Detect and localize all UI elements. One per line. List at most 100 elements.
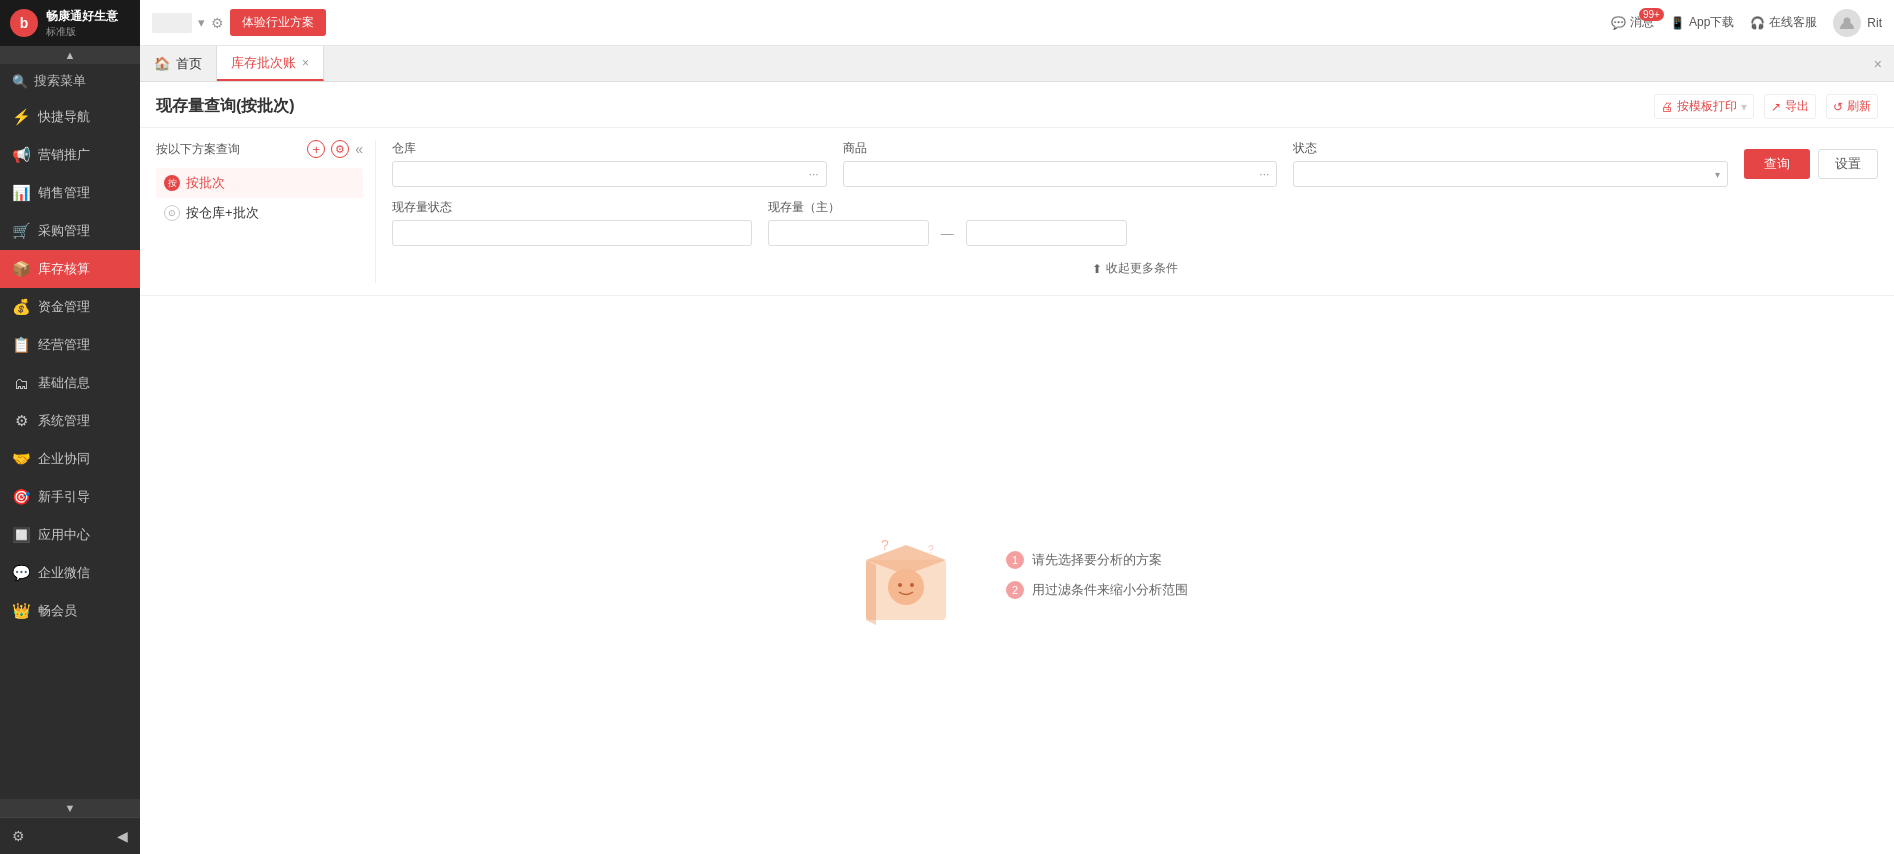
filter-field-inventory-status: 现存量状态 — [392, 199, 752, 246]
marketing-icon: 📢 — [12, 146, 30, 164]
breadcrumb — [152, 13, 192, 33]
warehouse-input[interactable] — [392, 161, 827, 187]
product-input[interactable] — [843, 161, 1278, 187]
tab-inventory-batch[interactable]: 库存批次账 × — [217, 46, 324, 81]
headset-icon: 🎧 — [1750, 16, 1765, 30]
sidebar-item-inventory[interactable]: 📦 库存核算 — [0, 250, 140, 288]
sidebar-item-quick-nav[interactable]: ⚡ 快捷导航 — [0, 98, 140, 136]
sidebar-item-label: 应用中心 — [38, 526, 90, 544]
breadcrumb-current — [152, 13, 192, 33]
footer-settings-icon[interactable]: ⚙ — [12, 828, 25, 844]
refresh-icon: ↺ — [1833, 100, 1843, 114]
empty-tips: 1 请先选择要分析的方案 2 用过滤条件来缩小分析范围 — [1006, 551, 1188, 599]
filter-row-2: 现存量状态 现存量（主） — — [392, 199, 1878, 246]
sidebar-item-basic[interactable]: 🗂 基础信息 — [0, 364, 140, 402]
scheme-actions: + ⚙ « — [307, 140, 363, 158]
svg-marker-3 — [866, 560, 876, 625]
sidebar-scroll-up[interactable]: ▲ — [0, 46, 140, 64]
query-button[interactable]: 查询 — [1744, 149, 1810, 179]
print-dropdown-icon[interactable]: ▾ — [1741, 100, 1747, 114]
status-dropdown-icon[interactable]: ▾ — [1715, 169, 1720, 180]
filter-area: 按以下方案查询 + ⚙ « 按 按批次 ⊙ 按仓库+批次 — [140, 128, 1894, 296]
tab-home[interactable]: 🏠 首页 — [140, 46, 217, 81]
status-input[interactable] — [1293, 161, 1728, 187]
scheme-item-by-batch[interactable]: 按 按批次 — [156, 168, 363, 198]
search-label: 搜索菜单 — [34, 72, 86, 90]
filter-field-warehouse: 仓库 ··· — [392, 140, 827, 187]
tab-area-close-icon[interactable]: × — [1874, 56, 1882, 72]
collapse-scheme-icon[interactable]: « — [355, 141, 363, 157]
sidebar-item-label: 销售管理 — [38, 184, 90, 202]
sidebar-footer: ⚙ ◀ — [0, 817, 140, 854]
add-scheme-icon[interactable]: + — [307, 140, 325, 158]
sidebar: b 畅康通好生意 标准版 ▲ 🔍 搜索菜单 ⚡ 快捷导航 📢 营销推广 📊 销售… — [0, 0, 140, 854]
trial-button[interactable]: 体验行业方案 — [230, 9, 326, 36]
sidebar-item-operation[interactable]: 📋 经营管理 — [0, 326, 140, 364]
enterprise-icon: 🤝 — [12, 450, 30, 468]
topbar-left: ▾ ⚙ 体验行业方案 — [152, 9, 1601, 36]
sidebar-item-enterprise[interactable]: 🤝 企业协同 — [0, 440, 140, 478]
collapse-more-button[interactable]: ⬆ 收起更多条件 — [392, 254, 1878, 283]
sidebar-item-sales[interactable]: 📊 销售管理 — [0, 174, 140, 212]
inventory-status-select[interactable] — [392, 220, 752, 246]
tab-close-icon[interactable]: × — [302, 56, 309, 70]
refresh-button[interactable]: ↺ 刷新 — [1826, 94, 1878, 119]
sidebar-item-purchase[interactable]: 🛒 采购管理 — [0, 212, 140, 250]
members-icon: 👑 — [12, 602, 30, 620]
finance-icon: 💰 — [12, 298, 30, 316]
sidebar-item-members[interactable]: 👑 畅会员 — [0, 592, 140, 630]
topbar-dropdown-icon[interactable]: ▾ — [198, 15, 205, 30]
quick-nav-icon: ⚡ — [12, 108, 30, 126]
basic-icon: 🗂 — [12, 374, 30, 392]
chevron-up-icon: ⬆ — [1092, 262, 1102, 276]
refresh-label: 刷新 — [1847, 98, 1871, 115]
scheme-item-by-warehouse-batch[interactable]: ⊙ 按仓库+批次 — [156, 198, 363, 228]
sidebar-scroll: 🔍 搜索菜单 ⚡ 快捷导航 📢 营销推广 📊 销售管理 🛒 采购管理 📦 库存核… — [0, 64, 140, 799]
app-download-label: App下载 — [1689, 14, 1734, 31]
user-menu[interactable]: Rit — [1833, 9, 1882, 37]
app-download-button[interactable]: 📱 App下载 — [1670, 14, 1734, 31]
messages-button[interactable]: 💬 消息 99+ — [1611, 14, 1654, 31]
filter-scheme-header: 按以下方案查询 + ⚙ « — [156, 140, 363, 158]
status-label: 状态 — [1293, 140, 1728, 157]
sidebar-item-label: 系统管理 — [38, 412, 90, 430]
empty-tip-2: 2 用过滤条件来缩小分析范围 — [1006, 581, 1188, 599]
product-more-icon[interactable]: ··· — [1259, 167, 1269, 181]
edition-label: 标准版 — [46, 25, 118, 39]
footer-collapse-icon[interactable]: ◀ — [117, 828, 128, 844]
manage-scheme-icon[interactable]: ⚙ — [331, 140, 349, 158]
inventory-status-input-wrap — [392, 220, 752, 246]
search-icon: 🔍 — [12, 74, 28, 89]
sidebar-scroll-down[interactable]: ▼ — [0, 799, 140, 817]
wechat-icon: 💬 — [12, 564, 30, 582]
avatar — [1833, 9, 1861, 37]
sidebar-item-wechat[interactable]: 💬 企业微信 — [0, 554, 140, 592]
company-name: 畅康通好生意 — [46, 8, 118, 25]
sidebar-item-marketing[interactable]: 📢 营销推广 — [0, 136, 140, 174]
sidebar-item-system[interactable]: ⚙ 系统管理 — [0, 402, 140, 440]
topbar-gear-icon[interactable]: ⚙ — [211, 15, 224, 31]
service-button[interactable]: 🎧 在线客服 — [1750, 14, 1817, 31]
product-label: 商品 — [843, 140, 1278, 157]
status-input-wrap: ▾ — [1293, 161, 1728, 187]
tab-inventory-batch-label: 库存批次账 — [231, 54, 296, 72]
filter-field-inventory-qty: 现存量（主） — — [768, 199, 1128, 246]
sidebar-item-app-center[interactable]: 🔲 应用中心 — [0, 516, 140, 554]
settings-button[interactable]: 设置 — [1818, 149, 1878, 179]
export-button[interactable]: ↗ 导出 — [1764, 94, 1816, 119]
warehouse-input-wrap: ··· — [392, 161, 827, 187]
export-icon: ↗ — [1771, 100, 1781, 114]
page-content: 现存量查询(按批次) 🖨 按模板打印 ▾ ↗ 导出 ↺ 刷新 — [140, 82, 1894, 854]
print-button[interactable]: 🖨 按模板打印 ▾ — [1654, 94, 1754, 119]
sidebar-item-guide[interactable]: 🎯 新手引导 — [0, 478, 140, 516]
page-actions: 🖨 按模板打印 ▾ ↗ 导出 ↺ 刷新 — [1654, 94, 1878, 119]
warehouse-more-icon[interactable]: ··· — [809, 167, 819, 181]
sidebar-item-finance[interactable]: 💰 资金管理 — [0, 288, 140, 326]
sidebar-search[interactable]: 🔍 搜索菜单 — [0, 64, 140, 98]
inventory-qty-label: 现存量（主） — [768, 199, 1128, 216]
operation-icon: 📋 — [12, 336, 30, 354]
svg-point-4 — [888, 569, 924, 605]
inventory-qty-max-input[interactable] — [966, 220, 1127, 246]
empty-tip-1: 1 请先选择要分析的方案 — [1006, 551, 1188, 569]
inventory-qty-min-input[interactable] — [768, 220, 929, 246]
